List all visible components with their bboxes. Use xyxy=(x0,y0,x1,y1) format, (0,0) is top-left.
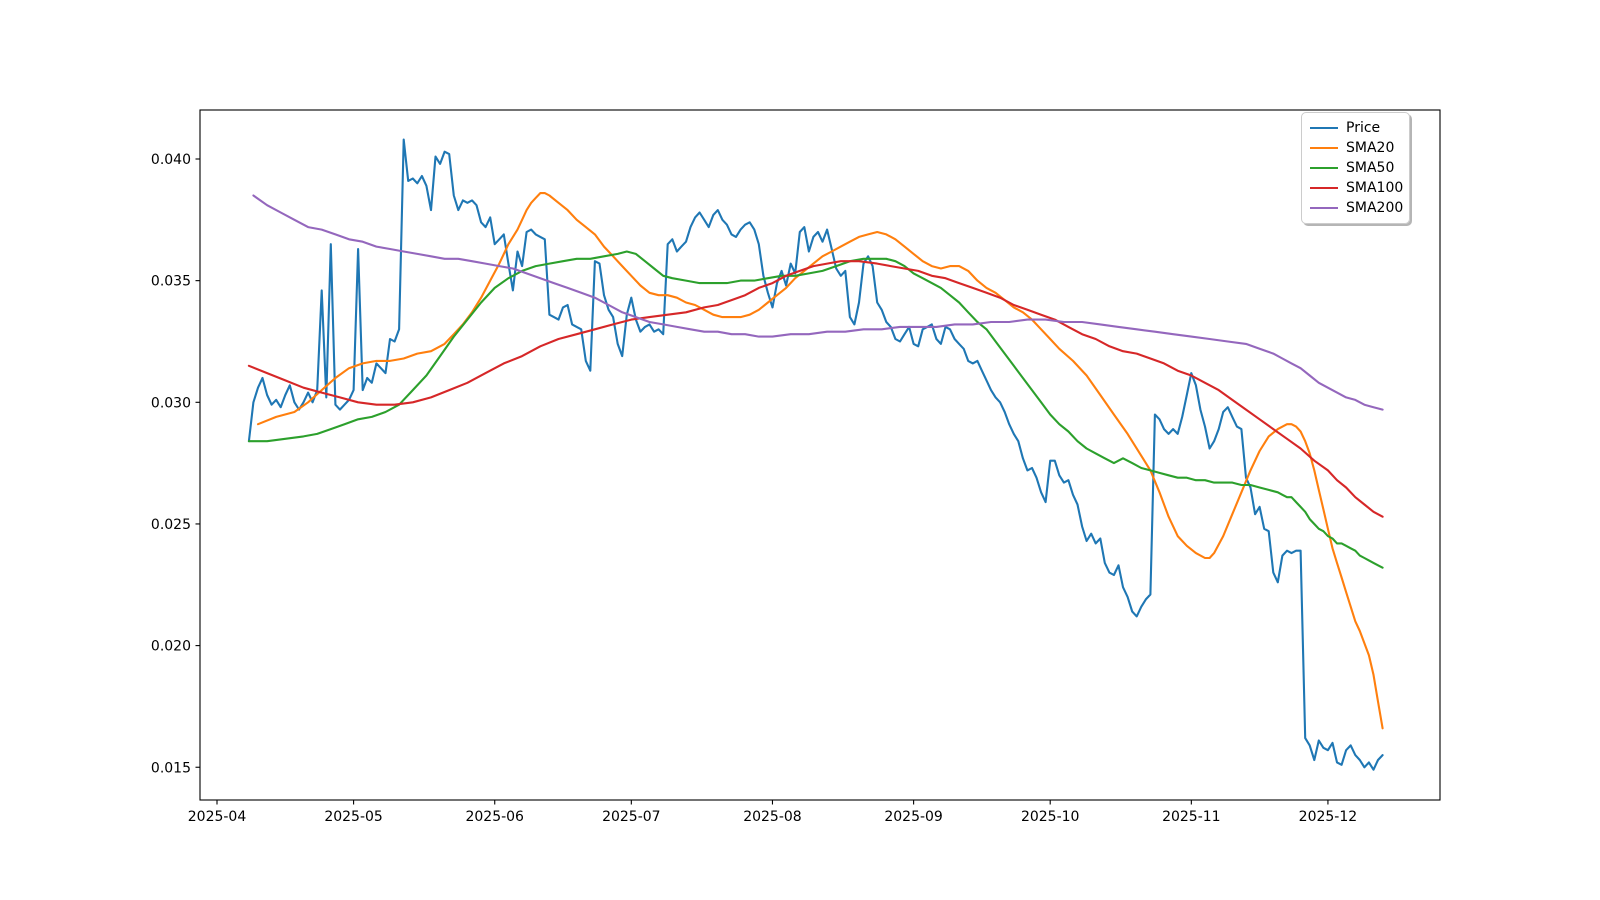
legend-label: SMA200 xyxy=(1346,200,1404,216)
sma100-line xyxy=(247,260,1384,518)
axes-frame xyxy=(199,109,1441,801)
figure: 2025-04 2025-05 2025-06 2025-07 2025-08 2025-… xyxy=(0,0,1600,900)
legend-item-sma50: SMA50 xyxy=(1310,158,1401,178)
y-tick-label: 0.040 xyxy=(151,152,191,168)
sma50-line-swatch xyxy=(1310,167,1338,169)
x-tick-label: 2025-11 xyxy=(1162,809,1221,825)
y-tick-label: 0.025 xyxy=(151,517,191,533)
y-tick-label: 0.020 xyxy=(151,639,191,655)
x-tick-label: 2025-06 xyxy=(465,809,524,825)
price-line-swatch xyxy=(1310,127,1338,129)
y-tick-label: 0.015 xyxy=(151,760,191,776)
legend-item-sma200: SMA200 xyxy=(1310,198,1404,218)
y-tick-label: 0.030 xyxy=(151,395,191,411)
legend[interactable]: Price SMA20 SMA50 SMA100 SMA200 xyxy=(1301,112,1410,224)
x-tick-label: 2025-09 xyxy=(884,809,943,825)
legend-item-sma100: SMA100 xyxy=(1310,178,1404,198)
y-tick-label: 0.035 xyxy=(151,274,191,290)
legend-label: SMA20 xyxy=(1346,140,1395,156)
legend-label: SMA100 xyxy=(1346,180,1404,196)
price-line xyxy=(247,138,1384,771)
sma50-line xyxy=(247,250,1384,569)
legend-item-sma20: SMA20 xyxy=(1310,138,1401,158)
sma20-line xyxy=(256,192,1384,730)
sma100-line-swatch xyxy=(1310,187,1338,189)
x-tick-label: 2025-07 xyxy=(602,809,661,825)
sma200-line-swatch xyxy=(1310,207,1338,209)
legend-label: SMA50 xyxy=(1346,160,1395,176)
legend-item-price: Price xyxy=(1310,118,1401,138)
x-tick-label: 2025-04 xyxy=(188,809,247,825)
sma200-line xyxy=(252,194,1384,411)
legend-label: Price xyxy=(1346,120,1381,136)
x-tick-label: 2025-12 xyxy=(1299,809,1358,825)
x-tick-label: 2025-05 xyxy=(324,809,383,825)
sma20-line-swatch xyxy=(1310,147,1338,149)
x-tick-label: 2025-10 xyxy=(1021,809,1080,825)
x-tick-label: 2025-08 xyxy=(743,809,802,825)
